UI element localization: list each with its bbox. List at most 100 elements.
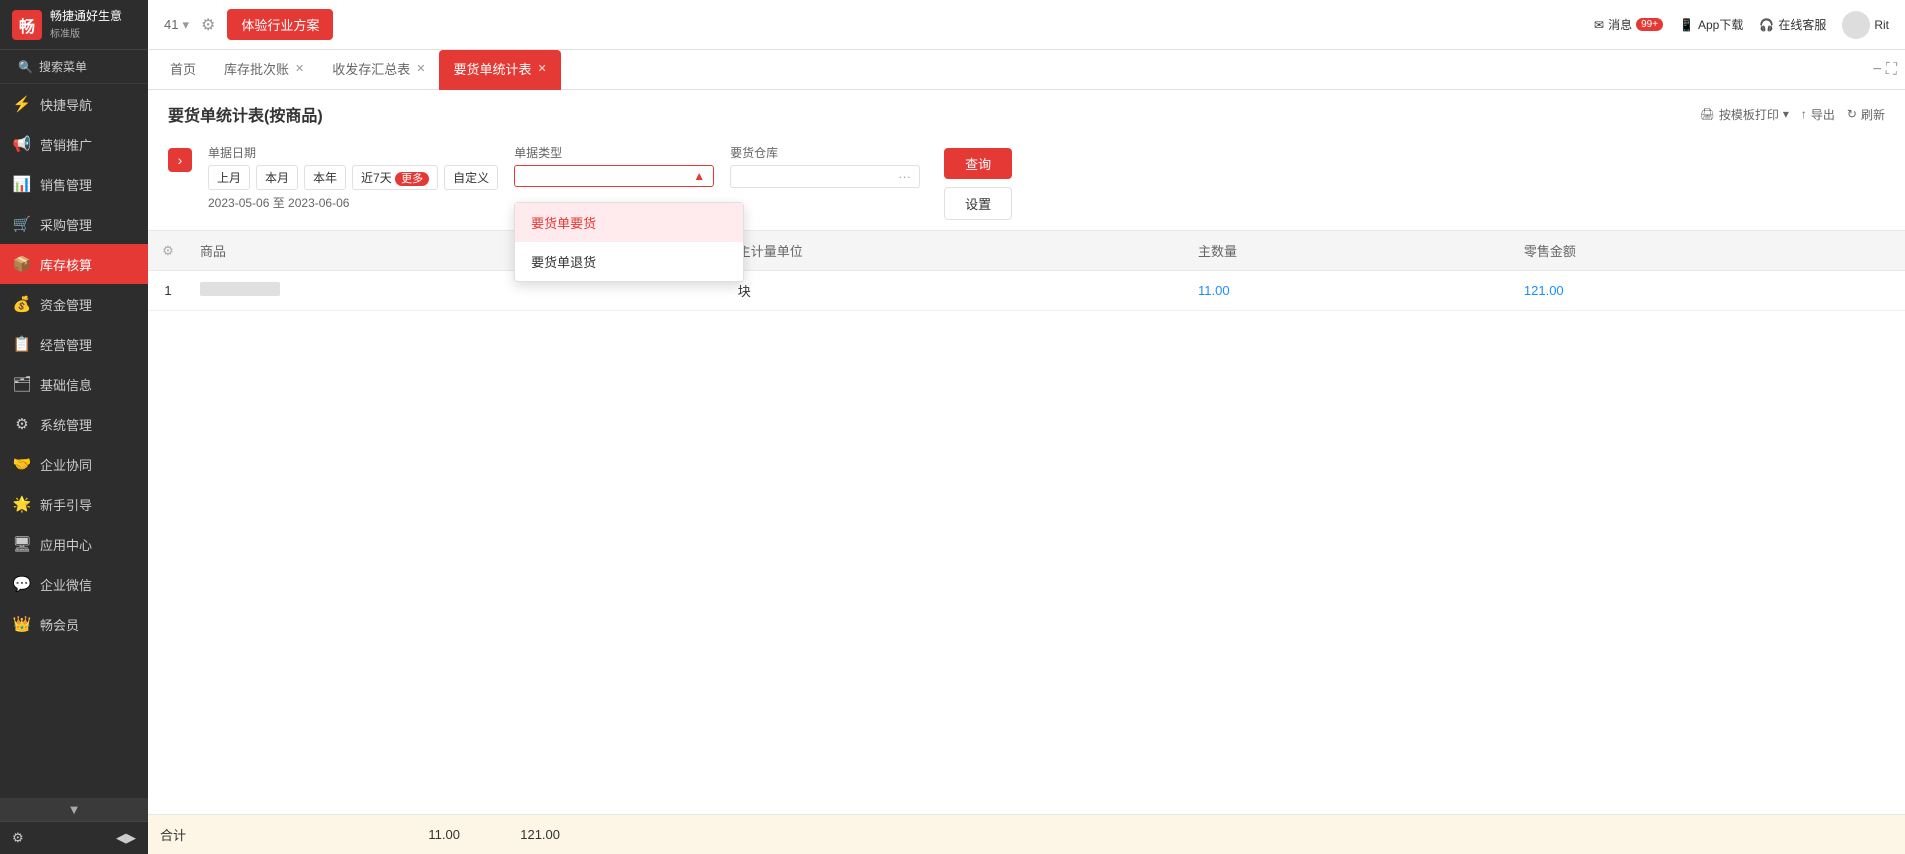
filter-warehouse-more-icon[interactable]: ··· [898,169,911,184]
filter-date-7days[interactable]: 近7天 更多 [352,165,438,190]
page-title: 要货单统计表(按商品) [168,102,323,126]
sidebar-item-marketing[interactable]: 📢 营销推广 [0,124,148,164]
refresh-btn[interactable]: ↻ 刷新 [1847,106,1885,123]
set-btn[interactable]: 设置 [944,187,1012,220]
tab-order-stats[interactable]: 要货单统计表 ✕ [439,50,560,90]
trial-btn[interactable]: 体验行业方案 [227,9,333,40]
sidebar-item-operations[interactable]: 📋 经营管理 [0,324,148,364]
cell-qty[interactable]: 11.00 [1186,271,1512,311]
system-icon: ⚙ [12,414,32,434]
sidebar-item-system[interactable]: ⚙ 系统管理 [0,404,148,444]
footer-qty: 11.00 [400,827,460,842]
filter-expand-btn[interactable]: › [168,148,192,172]
sidebar-item-inventory[interactable]: 📦 库存核算 [0,244,148,284]
main-area: 41 ▾ ⚙ 体验行业方案 ✉ 消息 99+ 📱 App下载 🎧 在线客服 R [148,0,1905,854]
sidebar-search[interactable]: 🔍 搜索菜单 [0,50,148,84]
filter-warehouse-label: 要货仓库 [730,144,920,161]
filter-date-last-month[interactable]: 上月 [208,165,250,190]
col-amount: 零售金额 [1512,231,1905,271]
tab-bar: 首页 库存批次账 ✕ 收发存汇总表 ✕ 要货单统计表 ✕ − ⛶ [148,50,1905,90]
table-footer: 合计 11.00 121.00 [148,814,1905,854]
purchase-icon: 🛒 [12,214,32,234]
sidebar-item-enterprise[interactable]: 🤝 企业协同 [0,444,148,484]
filter-type-input[interactable]: ▲ [514,165,714,187]
topbar-gear-icon[interactable]: ⚙ [201,15,215,35]
filter-warehouse-input[interactable]: ··· [730,165,920,188]
finance-icon: 💰 [12,294,32,314]
sidebar-settings-icon[interactable]: ⚙ [12,830,24,846]
query-btn[interactable]: 查询 [944,148,1012,179]
page-actions: 🖨 按模板打印 ▾ ↑ 导出 ↻ 刷新 [1700,106,1885,123]
sidebar-item-basic[interactable]: 🗂 基础信息 [0,364,148,404]
filter-warehouse-field[interactable] [739,170,894,184]
user-avatar [1842,11,1870,39]
filter-type-arrow-icon[interactable]: ▲ [693,169,705,183]
sidebar-item-app-center[interactable]: 🖥 应用中心 [0,524,148,564]
app-download-btn[interactable]: 📱 App下载 [1679,16,1743,33]
sidebar-menu: ⚡ 快捷导航 📢 营销推广 📊 销售管理 🛒 采购管理 📦 库存核算 💰 资金管… [0,84,148,798]
sidebar-item-wechat[interactable]: 💬 企业微信 [0,564,148,604]
message-badge: 99+ [1636,18,1663,31]
filter-warehouse-group: 要货仓库 ··· [730,144,920,188]
tab-home[interactable]: 首页 [156,50,210,90]
sidebar-scroll-down[interactable]: ▼ [0,798,148,821]
filter-type-field[interactable] [523,169,689,183]
sidebar-collapse-icon[interactable]: ◀▶ [116,830,136,846]
tab-fullscreen-btn[interactable]: ⛶ [1886,61,1897,79]
topbar: 41 ▾ ⚙ 体验行业方案 ✉ 消息 99+ 📱 App下载 🎧 在线客服 R [148,0,1905,50]
tab-close-order-stats[interactable]: ✕ [538,62,547,75]
print-btn[interactable]: 🖨 按模板打印 ▾ [1700,106,1789,123]
filter-more-tag[interactable]: 更多 [395,172,429,186]
logo-text: 畅捷通好生意 标准版 [50,9,122,40]
filter-date-this-year[interactable]: 本年 [304,165,346,190]
message-btn[interactable]: ✉ 消息 99+ [1594,16,1663,33]
tab-receive-summary[interactable]: 收发存汇总表 ✕ [318,50,439,90]
topbar-right: ✉ 消息 99+ 📱 App下载 🎧 在线客服 Rit [1594,11,1889,39]
online-service-btn[interactable]: 🎧 在线客服 [1759,16,1826,33]
tab-inventory-batch[interactable]: 库存批次账 ✕ [210,50,318,90]
dropdown-item-order-return[interactable]: 要货单退货 [515,242,743,281]
dropdown-item-order-goods[interactable]: 要货单要货 [515,203,743,242]
filter-date-this-month[interactable]: 本月 [256,165,298,190]
wechat-icon: 💬 [12,574,32,594]
tab-minimize-btn[interactable]: − [1872,61,1881,79]
sidebar-item-quick-nav[interactable]: ⚡ 快捷导航 [0,84,148,124]
data-table: ⚙ 商品 主计量单位 主数量 零售金额 1 块 11.00 [148,231,1905,311]
sidebar-item-finance[interactable]: 💰 资金管理 [0,284,148,324]
cell-amount[interactable]: 121.00 [1512,271,1905,311]
sidebar-item-vip[interactable]: 👑 畅会员 [0,604,148,644]
page-content: 要货单统计表(按商品) 🖨 按模板打印 ▾ ↑ 导出 ↻ 刷新 › [148,90,1905,854]
filter-type-group: 单据类型 ▲ 要货单要货 要货单退货 [514,144,714,187]
guide-icon: 🌟 [12,494,32,514]
user-area[interactable]: Rit [1842,11,1889,39]
tab-close-receive-summary[interactable]: ✕ [416,62,425,75]
sales-icon: 📊 [12,174,32,194]
print-dropdown-icon: ▾ [1783,107,1789,121]
cell-index: 1 [148,271,188,311]
inventory-icon: 📦 [12,254,32,274]
filter-date-group: 单据日期 上月 本月 本年 近7天 更多 自定义 2023-05-06 至 20… [208,144,498,211]
quick-nav-icon: ⚡ [12,94,32,114]
operations-icon: 📋 [12,334,32,354]
topbar-tab-dropdown-icon[interactable]: ▾ [182,17,189,33]
vip-icon: 👑 [12,614,32,634]
col-gear[interactable]: ⚙ [148,231,188,271]
filter-date-range: 2023-05-06 至 2023-06-06 [208,194,498,211]
export-btn[interactable]: ↑ 导出 [1801,106,1835,123]
filter-date-row: 上月 本月 本年 近7天 更多 自定义 [208,165,498,190]
logo-icon: 畅 [12,10,42,40]
sidebar-bottom: ⚙ ◀▶ [0,821,148,854]
marketing-icon: 📢 [12,134,32,154]
tab-close-inventory-batch[interactable]: ✕ [295,62,304,75]
sidebar-item-purchase[interactable]: 🛒 采购管理 [0,204,148,244]
filter-date-custom[interactable]: 自定义 [444,165,498,190]
filter-type-label: 单据类型 [514,144,714,161]
print-icon: 🖨 [1700,107,1715,121]
sidebar-item-guide[interactable]: 🌟 新手引导 [0,484,148,524]
basic-icon: 🗂 [12,374,32,394]
footer-amount: 121.00 [500,827,560,842]
footer-label: 合计 [160,825,360,844]
sidebar-item-sales[interactable]: 📊 销售管理 [0,164,148,204]
tab-bar-end: − ⛶ [1872,61,1897,79]
message-icon: ✉ [1594,18,1604,32]
